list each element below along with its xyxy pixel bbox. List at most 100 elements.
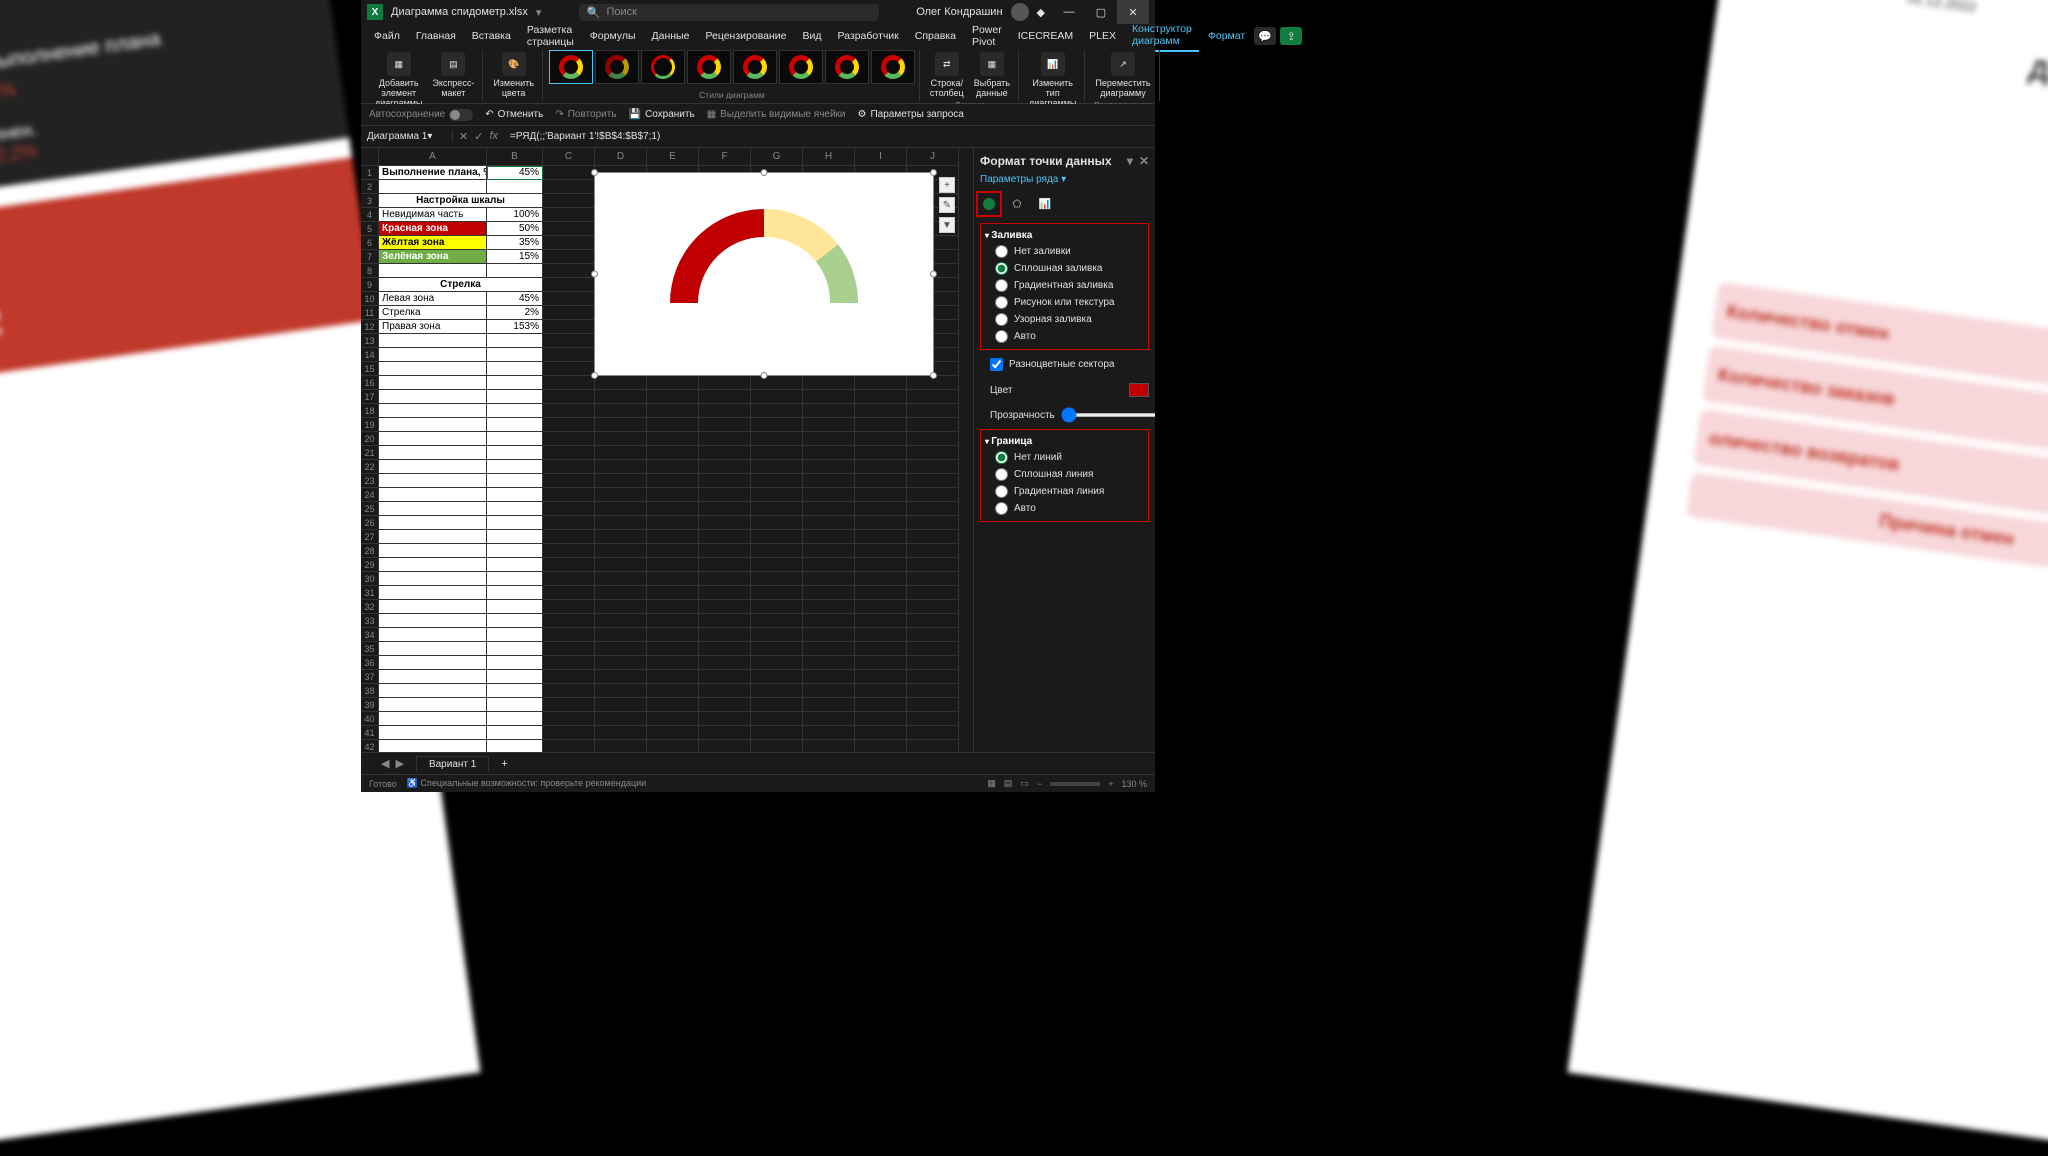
cell-empty[interactable] [699,712,751,726]
cell-empty[interactable] [543,544,595,558]
cell-empty[interactable] [595,474,647,488]
cell-empty[interactable] [751,712,803,726]
cell-empty[interactable] [855,474,907,488]
cell-empty[interactable] [803,684,855,698]
cell-A42[interactable] [379,740,487,752]
fill-solid-radio[interactable]: Сплошная заливка [985,260,1144,277]
cell-empty[interactable] [699,502,751,516]
cell-empty[interactable] [907,530,959,544]
cell-empty[interactable] [855,446,907,460]
row-header-21[interactable]: 21 [361,446,379,460]
cell-empty[interactable] [803,600,855,614]
cell-empty[interactable] [907,600,959,614]
row-header-2[interactable]: 2 [361,180,379,194]
cell-empty[interactable] [751,558,803,572]
cell-A21[interactable] [379,446,487,460]
user-info[interactable]: Олег Кондрашин ◆ [916,3,1045,21]
cell-empty[interactable] [751,488,803,502]
sheet-nav-next[interactable]: ▶ [395,757,403,770]
cell-empty[interactable] [803,516,855,530]
cell-empty[interactable] [855,642,907,656]
row-header-39[interactable]: 39 [361,698,379,712]
cell-empty[interactable] [647,572,699,586]
cell-empty[interactable] [855,600,907,614]
cell-empty[interactable] [595,656,647,670]
row-header-29[interactable]: 29 [361,558,379,572]
row-header-20[interactable]: 20 [361,432,379,446]
cell-empty[interactable] [647,600,699,614]
tab-home[interactable]: Главная [409,27,463,45]
cell-empty[interactable] [595,628,647,642]
row-header-9[interactable]: 9 [361,278,379,292]
col-header-C[interactable]: C [543,148,595,166]
cell-empty[interactable] [543,320,595,334]
cell-empty[interactable] [543,712,595,726]
row-header-13[interactable]: 13 [361,334,379,348]
cell-A28[interactable] [379,544,487,558]
cell-empty[interactable] [855,698,907,712]
cell-B37[interactable] [487,670,543,684]
series-options-dropdown[interactable]: Параметры ряда ▾ [980,174,1149,185]
cell-empty[interactable] [543,348,595,362]
cell-empty[interactable] [699,628,751,642]
cell-B41[interactable] [487,726,543,740]
cell-empty[interactable] [543,460,595,474]
cell-empty[interactable] [751,572,803,586]
visible-cells-button[interactable]: ▦ Выделить видимые ячейки [707,109,846,120]
cell-A1[interactable]: Выполнение плана, % [379,166,487,180]
cell-empty[interactable] [543,264,595,278]
cell-empty[interactable] [543,474,595,488]
cell-empty[interactable] [647,390,699,404]
col-header-A[interactable]: A [379,148,487,166]
cell-empty[interactable] [543,222,595,236]
tab-review[interactable]: Рецензирование [698,27,793,45]
tab-file[interactable]: Файл [367,27,407,45]
row-header-12[interactable]: 12 [361,320,379,334]
col-header-E[interactable]: E [647,148,699,166]
cell-empty[interactable] [543,586,595,600]
cell-empty[interactable] [855,516,907,530]
cell-B28[interactable] [487,544,543,558]
cell-empty[interactable] [855,740,907,752]
cell-empty[interactable] [543,376,595,390]
cell-empty[interactable] [699,572,751,586]
cell-empty[interactable] [907,376,959,390]
cell-empty[interactable] [595,572,647,586]
cell-empty[interactable] [647,670,699,684]
cell-A41[interactable] [379,726,487,740]
fill-auto-radio[interactable]: Авто [985,328,1144,345]
cell-empty[interactable] [543,306,595,320]
dropdown-icon[interactable]: ▾ [536,6,542,19]
cell-empty[interactable] [907,474,959,488]
cell-B10[interactable]: 45% [487,292,543,306]
chart-style-6[interactable] [779,50,823,84]
zoom-out-button[interactable]: − [1037,779,1042,789]
cell-B18[interactable] [487,404,543,418]
cell-empty[interactable] [803,628,855,642]
move-chart-button[interactable]: ↗Переместить диаграмму [1091,50,1154,100]
cell-B21[interactable] [487,446,543,460]
row-header-26[interactable]: 26 [361,516,379,530]
row-header-6[interactable]: 6 [361,236,379,250]
row-header-4[interactable]: 4 [361,208,379,222]
cell-empty[interactable] [855,628,907,642]
border-section-header[interactable]: Граница [985,434,1144,449]
cell-empty[interactable] [751,390,803,404]
cell-empty[interactable] [907,558,959,572]
cell-empty[interactable] [543,208,595,222]
cell-empty[interactable] [543,572,595,586]
cell-empty[interactable] [907,544,959,558]
cell-empty[interactable] [699,460,751,474]
redo-button[interactable]: ↷ Повторить [555,109,616,120]
cell-empty[interactable] [751,614,803,628]
cell-B42[interactable] [487,740,543,752]
col-header-I[interactable]: I [855,148,907,166]
cell-empty[interactable] [803,642,855,656]
cell-B17[interactable] [487,390,543,404]
cell-empty[interactable] [855,684,907,698]
cell-B14[interactable] [487,348,543,362]
cell-empty[interactable] [803,376,855,390]
row-header-42[interactable]: 42 [361,740,379,752]
transparency-slider[interactable] [1061,413,1155,417]
cell-empty[interactable] [543,166,595,180]
